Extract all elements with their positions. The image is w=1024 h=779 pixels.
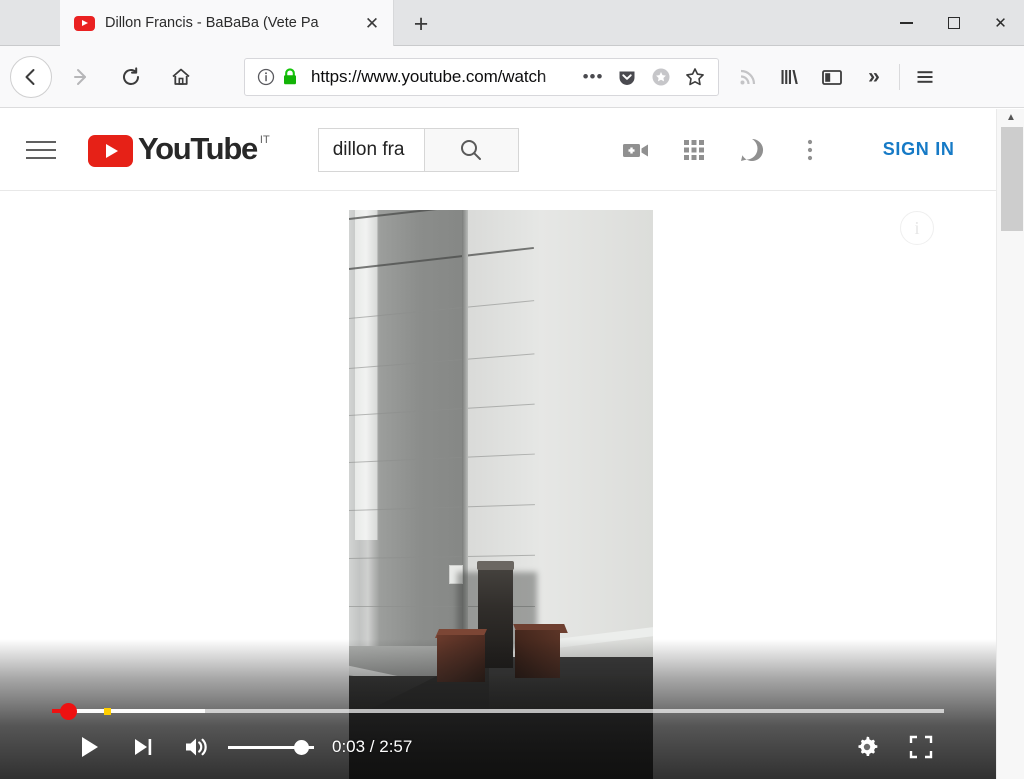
tab-title: Dillon Francis - BaBaBa (Vete Pa [105, 15, 319, 31]
padlock-icon [279, 67, 301, 86]
scrollbar-thumb[interactable] [1001, 127, 1023, 231]
rss-feed-icon [740, 69, 756, 84]
sidebar-icon [822, 69, 842, 85]
progress-chapter-marker [104, 708, 111, 715]
sidebar-button[interactable] [811, 56, 853, 98]
youtube-logo[interactable]: YouTube IT [88, 132, 270, 167]
window-controls: ✕ [883, 0, 1024, 46]
next-video-icon [135, 739, 152, 755]
search-input[interactable]: dillon fra [317, 127, 424, 172]
app-menu-button[interactable] [904, 56, 946, 98]
browser-window: Dillon Francis - BaBaBa (Vete Pa ✕ + ✕ h… [0, 0, 1024, 779]
reload-icon [123, 66, 139, 85]
back-arrow-icon [25, 68, 35, 85]
toolbar-divider [899, 63, 900, 90]
url-text[interactable]: https://www.youtube.com/watch [311, 67, 576, 87]
volume-slider[interactable] [228, 736, 314, 758]
volume-knob[interactable] [294, 740, 309, 755]
volume-icon [186, 738, 207, 756]
tab-close-icon[interactable]: ✕ [359, 10, 385, 36]
create-video-icon[interactable] [607, 128, 665, 172]
url-bar[interactable]: https://www.youtube.com/watch ••• [244, 57, 719, 96]
scroll-up-button[interactable]: ▲ [997, 109, 1024, 125]
bookmark-star-icon[interactable] [678, 62, 712, 92]
youtube-wordmark: YouTube [138, 131, 258, 166]
youtube-apps-icon[interactable] [665, 128, 723, 172]
video-window [355, 210, 377, 540]
fullscreen-icon [909, 735, 933, 759]
tab-strip: Dillon Francis - BaBaBa (Vete Pa ✕ + ✕ [0, 0, 1024, 46]
new-tab-button[interactable]: + [400, 7, 442, 41]
info-circle-icon [257, 68, 275, 85]
search-button[interactable] [423, 127, 519, 172]
library-button[interactable] [769, 56, 811, 98]
navigation-toolbar: https://www.youtube.com/watch ••• » [0, 46, 1024, 108]
play-icon [82, 737, 98, 757]
library-icon [781, 69, 798, 84]
play-button[interactable] [62, 725, 116, 769]
guide-line-3 [26, 156, 56, 159]
video-info-button[interactable]: i [900, 211, 934, 245]
gear-icon [858, 736, 878, 757]
guide-line-2 [26, 148, 56, 151]
player-controls-right [840, 725, 948, 769]
youtube-favicon-icon [74, 15, 95, 31]
youtube-play-icon [88, 135, 133, 167]
site-identity-button[interactable] [255, 66, 277, 88]
forward-button[interactable] [60, 56, 102, 98]
reload-button[interactable] [110, 56, 152, 98]
masthead-icons [607, 128, 839, 172]
video-viewport [349, 210, 653, 779]
settings-button[interactable] [840, 725, 894, 769]
overflow-button[interactable]: » [853, 56, 895, 98]
time-display: 0:03 / 2:57 [332, 737, 413, 756]
forward-arrow-icon [74, 68, 86, 85]
starred-icon[interactable] [644, 62, 678, 92]
settings-menu-icon[interactable] [781, 128, 839, 172]
page-scrollbar[interactable]: ▲ [996, 109, 1024, 779]
youtube-country-code: IT [259, 134, 270, 146]
guide-line-1 [26, 140, 56, 143]
maximize-button[interactable] [930, 0, 977, 46]
volume-button[interactable] [170, 725, 224, 769]
progress-bar[interactable] [0, 703, 996, 720]
pocket-icon[interactable] [610, 62, 644, 92]
close-window-button[interactable]: ✕ [977, 0, 1024, 46]
notifications-icon[interactable] [723, 128, 781, 172]
home-icon [172, 68, 190, 85]
page-content: YouTube IT dillon fra SIGN IN i 0:03 / 2… [0, 109, 1024, 779]
scrollbar-track[interactable] [997, 231, 1024, 779]
sign-in-button[interactable]: SIGN IN [883, 139, 955, 160]
progress-scrubber[interactable] [60, 703, 77, 720]
hamburger-menu-icon [917, 70, 933, 83]
maximize-icon [947, 17, 960, 29]
video-box-left [437, 635, 485, 682]
back-button[interactable] [10, 55, 52, 98]
minimize-button[interactable] [883, 0, 930, 46]
next-video-button[interactable] [116, 725, 170, 769]
player-controls-left: 0:03 / 2:57 [62, 725, 412, 769]
toolbar-right: » [727, 56, 946, 98]
browser-tab[interactable]: Dillon Francis - BaBaBa (Vete Pa ✕ [60, 0, 394, 46]
video-box-right [515, 630, 560, 678]
search-icon [461, 139, 482, 160]
guide-toggle-button[interactable] [26, 140, 82, 159]
youtube-masthead: YouTube IT dillon fra SIGN IN [0, 109, 996, 191]
home-button[interactable] [160, 56, 202, 98]
rss-feed-button[interactable] [727, 56, 769, 98]
page-actions-button[interactable]: ••• [576, 62, 610, 92]
youtube-search: dillon fra [317, 127, 519, 172]
video-pedestal-top [477, 561, 514, 570]
video-player[interactable]: i 0:03 / 2:57 [0, 191, 996, 779]
fullscreen-button[interactable] [894, 725, 948, 769]
minimize-icon [900, 22, 913, 24]
